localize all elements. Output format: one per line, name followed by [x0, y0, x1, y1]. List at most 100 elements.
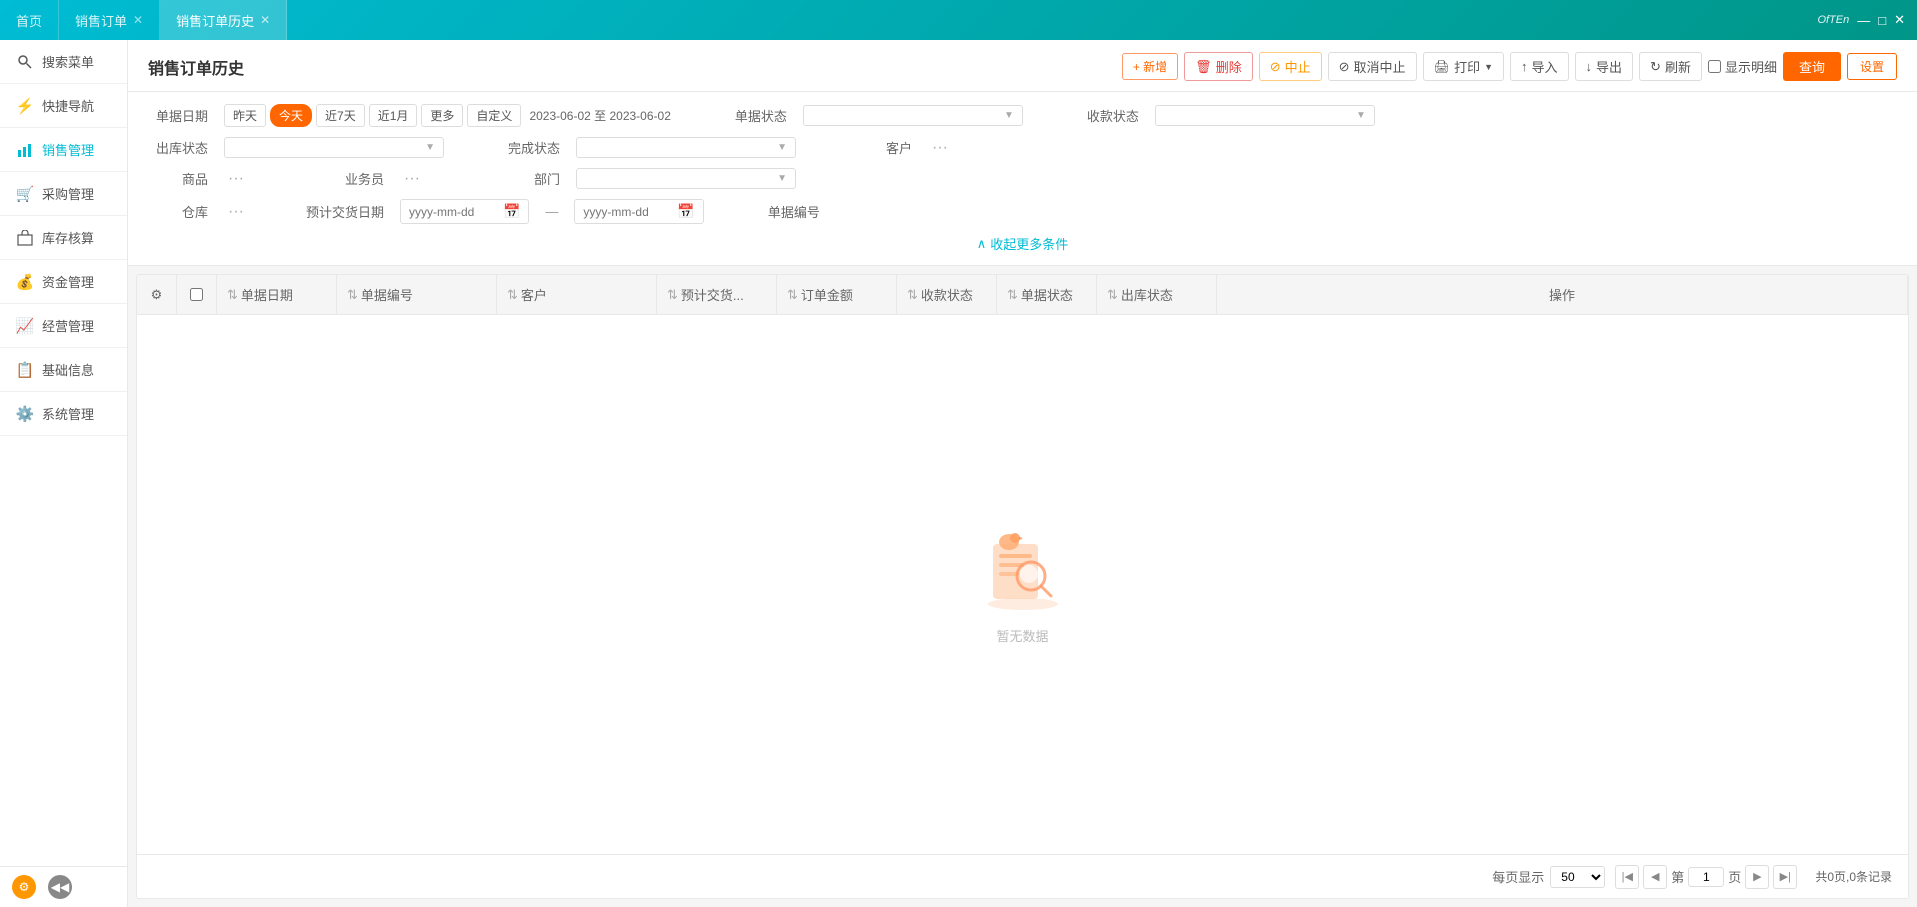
sidebar-label-system: 系统管理	[42, 404, 94, 423]
display-detail-checkbox[interactable]	[1708, 60, 1721, 73]
delivery-date-to[interactable]: 📅	[574, 199, 703, 224]
first-page-btn[interactable]: |◀	[1615, 865, 1639, 889]
tab-sales-order[interactable]: 销售订单 ✕	[59, 0, 160, 40]
th-amount[interactable]: ⇅ 订单金额	[777, 275, 897, 314]
next-page-btn[interactable]: ▶	[1745, 865, 1769, 889]
date-custom-btn[interactable]: 自定义	[467, 104, 521, 127]
goods-label: 商品	[148, 169, 208, 188]
sidebar-item-purchase-mgmt[interactable]: 🛒 采购管理	[0, 172, 127, 216]
th-check[interactable]	[177, 275, 217, 314]
complete-select[interactable]: ▼	[576, 137, 796, 158]
bill-status-select[interactable]: ▼	[803, 105, 1023, 126]
date-1month-btn[interactable]: 近1月	[369, 104, 418, 127]
th-customer[interactable]: ⇅ 客户	[497, 275, 657, 314]
finance-icon: 💰	[16, 273, 34, 291]
th-delivery[interactable]: ⇅ 预计交货...	[657, 275, 777, 314]
sidebar-label-search-menu: 搜索菜单	[42, 52, 94, 71]
complete-label: 完成状态	[500, 138, 560, 157]
last-page-btn[interactable]: ▶|	[1773, 865, 1797, 889]
date-more-btn[interactable]: 更多	[421, 104, 463, 127]
sidebar-item-basic-info[interactable]: 📋 基础信息	[0, 348, 127, 392]
stock-out-select[interactable]: ▼	[224, 137, 444, 158]
window-max-btn[interactable]: □	[1878, 13, 1886, 28]
tab-home[interactable]: 首页	[0, 0, 59, 40]
delete-btn[interactable]: 🗑 删除	[1184, 52, 1253, 81]
customer-dots[interactable]: ···	[928, 139, 952, 157]
print-btn[interactable]: 🖨 打印 ▼	[1423, 52, 1504, 81]
sidebar-label-basic-info: 基础信息	[42, 360, 94, 379]
dept-select[interactable]: ▼	[576, 168, 796, 189]
delivery-to-input[interactable]	[583, 205, 673, 219]
sort-icon-collect: ⇅	[907, 287, 918, 303]
date-range-display: 2023-06-02 至 2023-06-02	[529, 107, 670, 124]
quick-nav-icon: ⚡	[16, 97, 34, 115]
date-yesterday-btn[interactable]: 昨天	[224, 104, 266, 127]
tab-sales-history-label: 销售订单历史	[176, 11, 254, 30]
sidebar-item-inventory[interactable]: 库存核算	[0, 216, 127, 260]
cancel-stop-btn[interactable]: ⊘ 取消中止	[1328, 52, 1417, 81]
select-all-checkbox[interactable]	[190, 288, 203, 301]
new-btn[interactable]: + 新增	[1122, 53, 1178, 80]
th-gear[interactable]: ⚙	[137, 275, 177, 314]
sidebar-item-finance[interactable]: 💰 资金管理	[0, 260, 127, 304]
th-collect[interactable]: ⇅ 收款状态	[897, 275, 997, 314]
calendar-from-icon[interactable]: 📅	[503, 203, 520, 220]
bill-no-label: 单据编号	[760, 202, 820, 221]
tab-list: 首页 销售订单 ✕ 销售订单历史 ✕	[0, 0, 1805, 40]
refresh-btn[interactable]: ↻ 刷新	[1639, 52, 1702, 81]
warehouse-dots[interactable]: ···	[224, 203, 248, 221]
sidebar-item-quick-nav[interactable]: ⚡ 快捷导航	[0, 84, 127, 128]
setting-btn[interactable]: 设置	[1847, 53, 1897, 80]
goods-dots[interactable]: ···	[224, 170, 248, 188]
th-status[interactable]: ⇅ 单据状态	[997, 275, 1097, 314]
total-info: 共0页,0条记录	[1815, 868, 1892, 885]
per-page-select[interactable]: 50 10 20 100	[1550, 866, 1605, 888]
warehouse-label: 仓库	[148, 202, 208, 221]
stop-btn[interactable]: ⊘ 中止	[1259, 52, 1322, 81]
stock-out-label: 出库状态	[148, 138, 208, 157]
sidebar-item-system[interactable]: ⚙️ 系统管理	[0, 392, 127, 436]
print-arrow: ▼	[1484, 62, 1493, 72]
salesperson-dots[interactable]: ···	[400, 170, 424, 188]
date-today-btn[interactable]: 今天	[270, 104, 312, 127]
sidebar-item-sales-mgmt[interactable]: 销售管理	[0, 128, 127, 172]
calendar-to-icon[interactable]: 📅	[677, 203, 694, 220]
sidebar-label-inventory: 库存核算	[42, 228, 94, 247]
sidebar-item-operations[interactable]: 📈 经营管理	[0, 304, 127, 348]
toolbar: + 新增 🗑 删除 ⊘ 中止 ⊘ 取消中止 🖨 打印 ▼	[1122, 52, 1897, 81]
prev-page-btn[interactable]: ◀	[1643, 865, 1667, 889]
th-date[interactable]: ⇅ 单据日期	[217, 275, 337, 314]
th-stock[interactable]: ⇅ 出库状态	[1097, 275, 1217, 314]
delivery-date-from[interactable]: 📅	[400, 199, 529, 224]
delivery-from-input[interactable]	[409, 205, 499, 219]
date-group: 昨天 今天 近7天 近1月 更多 自定义 2023-06-02 至 2023-0…	[224, 104, 671, 127]
tab-sales-order-close[interactable]: ✕	[133, 13, 143, 27]
display-detail-check[interactable]: 显示明细	[1708, 57, 1777, 76]
window-close-btn[interactable]: ✕	[1894, 12, 1905, 28]
window-min-btn[interactable]: —	[1857, 13, 1870, 28]
sidebar-item-search-menu[interactable]: 搜索菜单	[0, 40, 127, 84]
gear-icon: ⚙	[151, 287, 163, 303]
th-no[interactable]: ⇅ 单据编号	[337, 275, 497, 314]
sort-icon-delivery: ⇅	[667, 287, 678, 303]
sales-mgmt-icon	[16, 141, 34, 159]
sidebar-settings-btn[interactable]: ⚙	[12, 875, 36, 899]
tab-sales-history-close[interactable]: ✕	[260, 13, 270, 27]
collapse-btn[interactable]: ∧ 收起更多条件	[148, 234, 1897, 253]
query-btn[interactable]: 查询	[1783, 52, 1841, 81]
collect-status-label: 收款状态	[1079, 106, 1139, 125]
date-7days-btn[interactable]: 近7天	[316, 104, 365, 127]
filter-area: 单据日期 昨天 今天 近7天 近1月 更多 自定义 2023-06-02 至 2…	[128, 92, 1917, 266]
page-input[interactable]	[1688, 867, 1724, 887]
sort-icon-customer: ⇅	[507, 287, 518, 303]
empty-illustration	[973, 524, 1073, 614]
sort-icon-amount: ⇅	[787, 287, 798, 303]
tab-sales-history[interactable]: 销售订单历史 ✕	[160, 0, 287, 40]
export-btn[interactable]: ↓ 导出	[1575, 52, 1634, 81]
collapse-icon: ∧	[977, 236, 987, 252]
page-title: 销售订单历史	[148, 55, 244, 79]
collect-status-select[interactable]: ▼	[1155, 105, 1375, 126]
sidebar-label-sales-mgmt: 销售管理	[42, 140, 94, 159]
import-btn[interactable]: ↑ 导入	[1510, 52, 1569, 81]
sidebar-sound-btn[interactable]: ◀◀	[48, 875, 72, 899]
